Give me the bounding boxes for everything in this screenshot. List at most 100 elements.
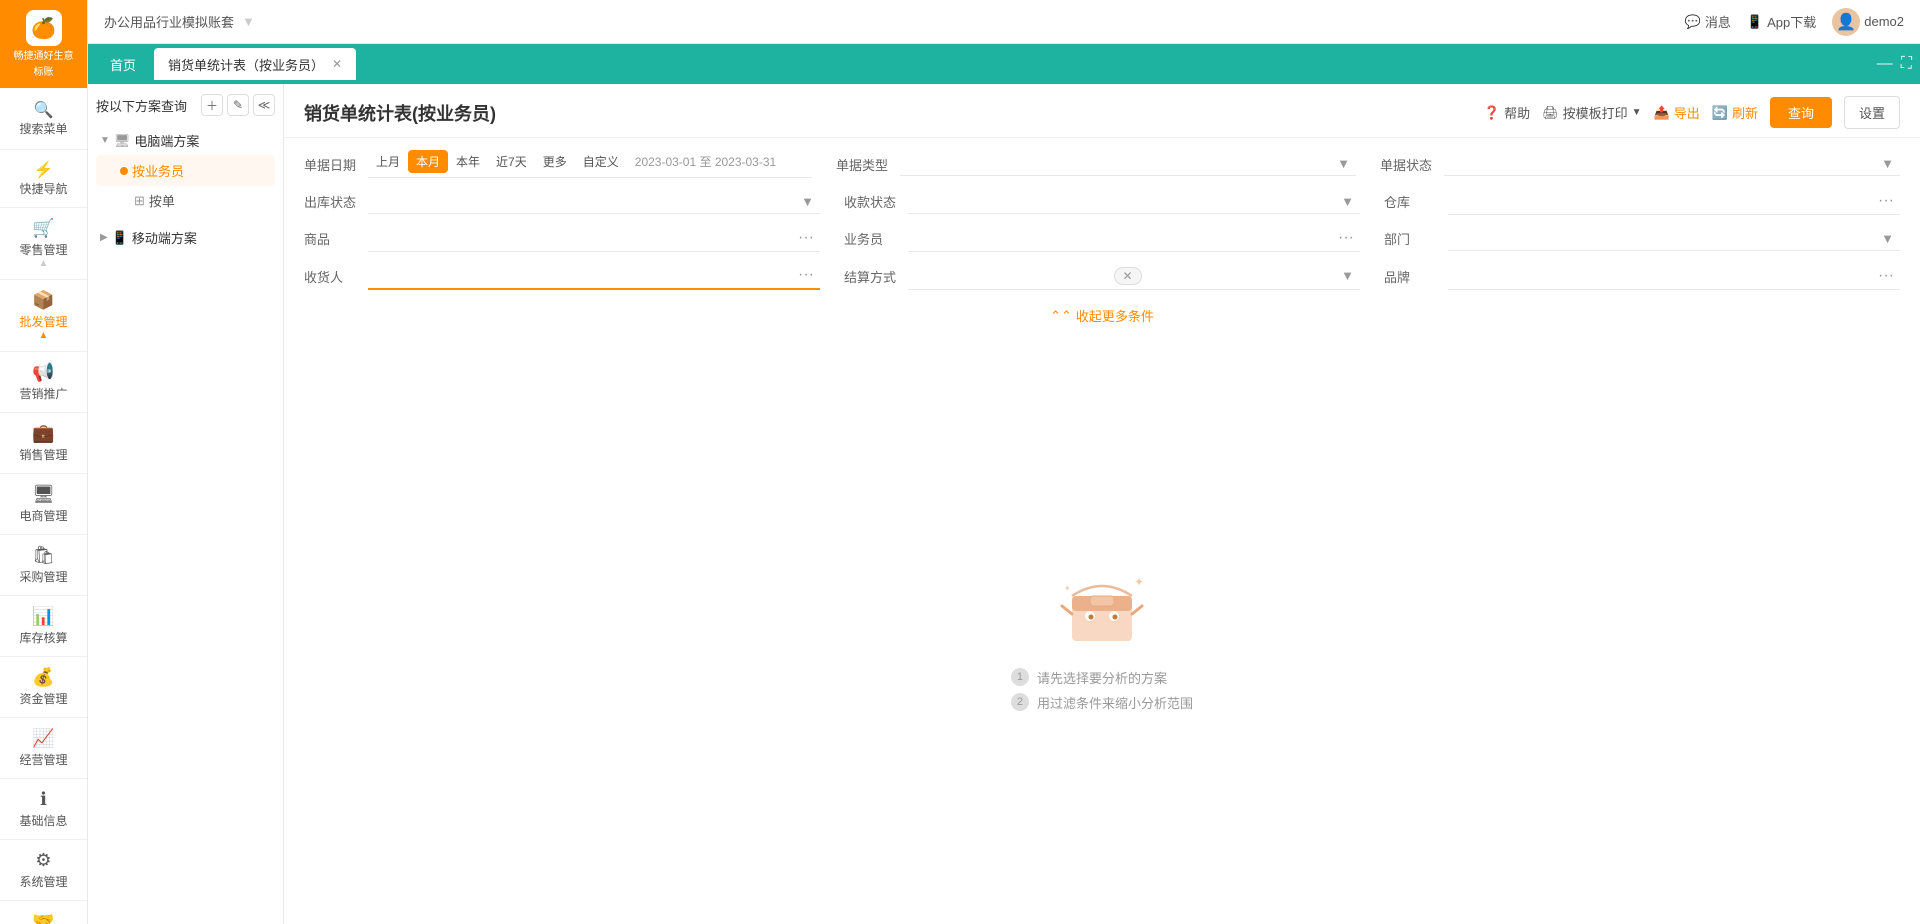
brand-field[interactable]: ··· bbox=[1448, 263, 1900, 290]
help-icon: ❓ bbox=[1484, 105, 1500, 121]
dept-field[interactable]: ▼ bbox=[1448, 227, 1900, 251]
sidebar-item-purchase[interactable]: 🛍 采购管理 bbox=[0, 535, 87, 596]
lp-header: 按以下方案查询 ＋ ✎ ≪ bbox=[96, 94, 275, 116]
help-btn[interactable]: ❓ 帮助 bbox=[1484, 103, 1530, 122]
tabbar: 首页 销货单统计表（按业务员） ✕ — ⛶ bbox=[88, 44, 1920, 84]
sidebar-quicknav-label: 快捷导航 bbox=[4, 180, 83, 197]
collapse-btn[interactable]: ⌃⌃ 收起更多条件 bbox=[304, 300, 1900, 331]
user-avatar-btn[interactable]: 👤 demo2 bbox=[1832, 8, 1904, 36]
lp-desktop-header[interactable]: ▼ 🖥 电脑端方案 bbox=[96, 126, 275, 155]
sidebar-item-sales[interactable]: 💼 销售管理 bbox=[0, 413, 87, 474]
empty-illustration: ✦ ✦ bbox=[1052, 556, 1152, 656]
by-order-label: 按单 bbox=[149, 191, 175, 210]
date-tab-thismonth[interactable]: 本月 bbox=[408, 150, 448, 173]
sidebar-item-inventory[interactable]: 📊 库存核算 bbox=[0, 596, 87, 657]
lp-item-by-salesperson[interactable]: 按业务员 bbox=[96, 155, 275, 186]
date-tab-lastmonth[interactable]: 上月 bbox=[368, 150, 408, 173]
tab-home[interactable]: 首页 bbox=[96, 48, 150, 80]
app-download-label: App下载 bbox=[1767, 12, 1816, 31]
filter-row-2: 出库状态 ▼ 收款状态 ▼ 仓库 ··· bbox=[304, 188, 1900, 215]
print-btn[interactable]: 🖨 按模板打印 ▼ bbox=[1542, 103, 1641, 122]
sidebar-item-enterprise[interactable]: 🤝 企业协同 bbox=[0, 901, 87, 924]
desktop-expand-icon: ▼ bbox=[100, 135, 110, 146]
export-btn[interactable]: 📤 导出 bbox=[1654, 103, 1700, 122]
settlement-field[interactable]: ✕ ▼ bbox=[908, 263, 1360, 290]
nav-dropdown-icon[interactable]: ▼ bbox=[242, 14, 255, 29]
tab-close-icon[interactable]: ✕ bbox=[332, 57, 342, 71]
export-label: 导出 bbox=[1674, 103, 1700, 122]
date-tab-more[interactable]: 更多 bbox=[535, 150, 575, 173]
logo-icon: 🍊 bbox=[26, 10, 62, 46]
settings-button[interactable]: 设置 bbox=[1844, 96, 1900, 129]
lp-add-btn[interactable]: ＋ bbox=[201, 94, 223, 116]
sidebar-item-finance[interactable]: 💰 资金管理 bbox=[0, 657, 87, 718]
tab-sales-stat[interactable]: 销货单统计表（按业务员） ✕ bbox=[154, 48, 356, 80]
doc-type-label: 单据类型 bbox=[836, 155, 900, 174]
lp-item-by-order[interactable]: ⊞ 按单 bbox=[96, 186, 275, 215]
logo-text: 畅捷通好生意 bbox=[14, 50, 74, 63]
lp-edit-btn[interactable]: ✎ bbox=[227, 94, 249, 116]
doc-status-label: 单据状态 bbox=[1380, 155, 1444, 174]
warehouse-dots-icon: ··· bbox=[1878, 192, 1894, 210]
receiver-label: 收货人 bbox=[304, 267, 368, 286]
date-range-display: 2023-03-01 至 2023-03-31 bbox=[635, 153, 776, 170]
date-tab-thisyear[interactable]: 本年 bbox=[448, 150, 488, 173]
sidebar-item-basic[interactable]: ℹ 基础信息 bbox=[0, 779, 87, 840]
sidebar-item-system[interactable]: ⚙ 系统管理 bbox=[0, 840, 87, 901]
receiver-field[interactable]: ··· bbox=[368, 262, 820, 290]
sidebar-item-marketing[interactable]: 📢 营销推广 bbox=[0, 352, 87, 413]
topbar-left: 办公用品行业模拟账套 ▼ bbox=[104, 12, 255, 31]
goods-field[interactable]: ··· bbox=[368, 225, 820, 252]
message-icon: 💬 bbox=[1685, 14, 1701, 30]
tab-minimize-icon[interactable]: — bbox=[1877, 55, 1893, 73]
message-btn[interactable]: 💬 消息 bbox=[1685, 12, 1731, 31]
app-download-btn[interactable]: 📱 App下载 bbox=[1747, 12, 1816, 31]
date-tab-7days[interactable]: 近7天 bbox=[488, 150, 535, 173]
sidebar-item-search[interactable]: 🔍 搜索菜单 bbox=[0, 88, 87, 150]
doc-status-field[interactable]: ▼ bbox=[1444, 152, 1900, 176]
mobile-section-label: 移动端方案 bbox=[132, 228, 197, 247]
sidebar-item-operations[interactable]: 📈 经营管理 bbox=[0, 718, 87, 779]
tab-maximize-icon[interactable]: ⛶ bbox=[1901, 55, 1912, 73]
date-field: 上月 本月 本年 近7天 更多 自定义 2023-03-01 至 2023-03… bbox=[368, 150, 812, 178]
doc-type-field[interactable]: ▼ bbox=[900, 152, 1356, 176]
lp-section-desktop: ▼ 🖥 电脑端方案 按业务员 ⊞ 按单 bbox=[96, 126, 275, 215]
filter-row-3: 商品 ··· 业务员 ··· 部门 ▼ bbox=[304, 225, 1900, 252]
payment-chevron-icon: ▼ bbox=[1341, 194, 1354, 209]
sidebar-item-retail[interactable]: 🛒 零售管理 ▲ bbox=[0, 208, 87, 280]
topbar: 办公用品行业模拟账套 ▼ 💬 消息 📱 App下载 👤 demo2 bbox=[88, 0, 1920, 44]
lp-mobile-header[interactable]: ▶ 📱 移动端方案 bbox=[96, 223, 275, 252]
outbound-field[interactable]: ▼ bbox=[368, 190, 820, 214]
message-label: 消息 bbox=[1705, 12, 1731, 31]
refresh-btn[interactable]: 🔄 刷新 bbox=[1712, 103, 1758, 122]
warehouse-field[interactable]: ··· bbox=[1448, 188, 1900, 215]
print-dropdown-icon: ▼ bbox=[1632, 107, 1642, 118]
salesperson-field[interactable]: ··· bbox=[908, 225, 1360, 252]
brand-dots-icon: ··· bbox=[1878, 267, 1894, 285]
phone-icon: 📱 bbox=[1747, 14, 1763, 30]
empty-tips: 1 请先选择要分析的方案 2 用过滤条件来缩小分析范围 bbox=[1011, 668, 1193, 712]
settlement-clear-badge[interactable]: ✕ bbox=[1114, 267, 1142, 285]
content: 按以下方案查询 ＋ ✎ ≪ ▼ 🖥 电脑端方案 按业务员 bbox=[88, 84, 1920, 924]
tabbar-actions: — ⛶ bbox=[1877, 55, 1912, 73]
svg-text:✦: ✦ bbox=[1134, 575, 1144, 589]
dept-label: 部门 bbox=[1384, 229, 1448, 248]
print-label: 按模板打印 bbox=[1563, 103, 1628, 122]
page-title: 销货单统计表(按业务员) bbox=[304, 100, 496, 126]
date-tabs: 上月 本月 本年 近7天 更多 自定义 2023-03-01 至 2023-03… bbox=[368, 150, 776, 173]
filter-area: 单据日期 上月 本月 本年 近7天 更多 自定义 2023-03-01 至 20… bbox=[284, 138, 1920, 343]
sidebar-item-wholesale[interactable]: 📦 批发管理 ▲ bbox=[0, 280, 87, 352]
sidebar-item-quick-nav[interactable]: ⚡ 快捷导航 bbox=[0, 150, 87, 208]
doc-type-chevron-icon: ▼ bbox=[1337, 156, 1350, 171]
empty-tip-1-text: 请先选择要分析的方案 bbox=[1037, 668, 1167, 687]
date-tab-custom[interactable]: 自定义 bbox=[575, 150, 627, 173]
payment-label: 收款状态 bbox=[844, 192, 908, 211]
warehouse-label: 仓库 bbox=[1384, 192, 1448, 211]
outbound-chevron-icon: ▼ bbox=[801, 194, 814, 209]
salesperson-label: 业务员 bbox=[844, 229, 908, 248]
lp-collapse-btn[interactable]: ≪ bbox=[253, 94, 275, 116]
sidebar-item-ecommerce[interactable]: 🖥 电商管理 bbox=[0, 474, 87, 535]
payment-field[interactable]: ▼ bbox=[908, 190, 1360, 214]
query-button[interactable]: 查询 bbox=[1770, 97, 1832, 128]
refresh-icon: 🔄 bbox=[1712, 105, 1728, 121]
